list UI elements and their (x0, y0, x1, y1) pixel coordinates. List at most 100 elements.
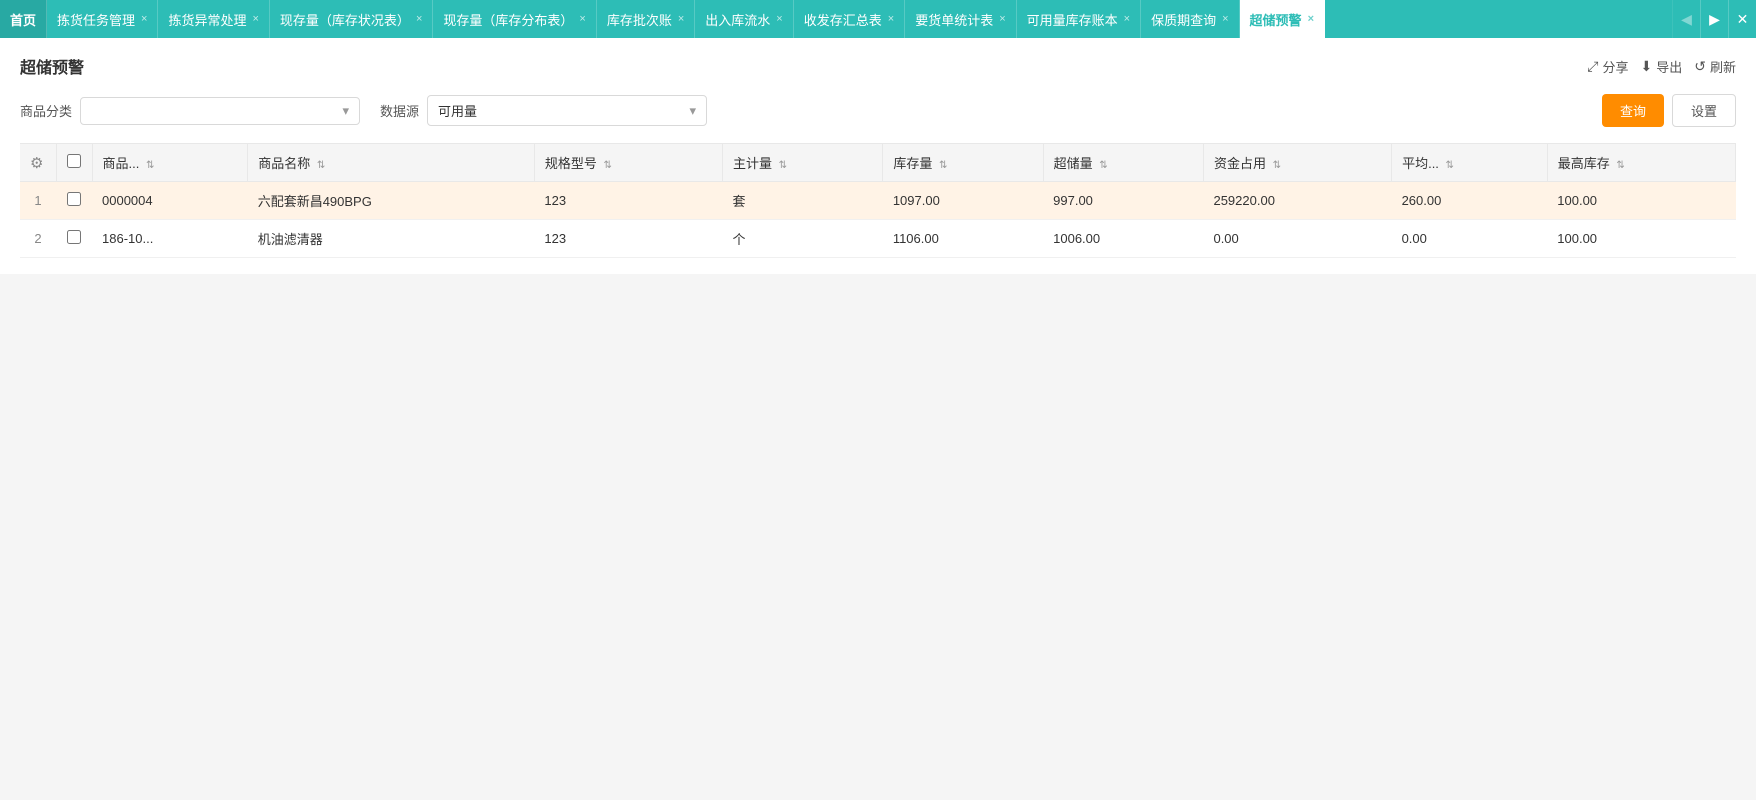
sort-icon-avg: ⇅ (1446, 160, 1454, 171)
sort-icon-unit: ⇅ (779, 160, 787, 171)
tab-label: 超储预警 (1250, 10, 1302, 29)
table-col-name-header[interactable]: 商品名称 ⇅ (248, 144, 535, 182)
row-stock: 1106.00 (883, 220, 1043, 258)
tab-label: 库存批次账 (607, 10, 672, 29)
row-name: 机油滤清器 (248, 220, 535, 258)
row-overstock: 997.00 (1043, 182, 1203, 220)
home-tab[interactable]: 首页 (0, 0, 47, 38)
tab-close-icon[interactable]: × (999, 13, 1005, 25)
tab-label: 拣货任务管理 (57, 10, 135, 29)
datasource-filter-group: 数据源 可用量 ▾ (380, 95, 707, 126)
row-code: 186-10... (92, 220, 248, 258)
export-icon: ⬇ (1641, 58, 1653, 75)
row-checkbox[interactable] (67, 192, 81, 206)
tab-close-icon[interactable]: × (579, 13, 585, 25)
tab-label: 要货单统计表 (915, 10, 993, 29)
row-avg: 0.00 (1392, 220, 1548, 258)
sort-icon-maxstock: ⇅ (1616, 160, 1624, 171)
sort-icon-overstock: ⇅ (1099, 160, 1107, 171)
settings-button[interactable]: 设置 (1672, 94, 1736, 127)
row-stock: 1097.00 (883, 182, 1043, 220)
row-spec: 123 (534, 182, 722, 220)
row-name: 六配套新昌490BPG (248, 182, 535, 220)
chevron-down-icon: ▾ (342, 103, 349, 119)
data-table: ⚙ 商品... ⇅ 商品名称 ⇅ 规格型号 ⇅ 主计量 (20, 143, 1736, 258)
topbar: 首页 拣货任务管理 × 拣货异常处理 × 现存量（库存状况表） × 现存量（库存… (0, 0, 1756, 38)
datasource-select-value: 可用量 (438, 101, 477, 120)
table-col-maxstock-header[interactable]: 最高库存 ⇅ (1547, 144, 1735, 182)
export-button[interactable]: ⬇ 导出 (1641, 57, 1683, 76)
row-unit: 个 (722, 220, 882, 258)
datasource-select[interactable]: 可用量 ▾ (427, 95, 707, 126)
refresh-button[interactable]: ↺ 刷新 (1694, 57, 1736, 76)
table-col-unit-header[interactable]: 主计量 ⇅ (722, 144, 882, 182)
tab-close-icon[interactable]: × (416, 13, 422, 25)
row-checkbox-cell (56, 182, 92, 220)
tab-close-icon[interactable]: × (252, 13, 258, 25)
tab-close-icon[interactable]: × (678, 13, 684, 25)
table-col-capital-header[interactable]: 资金占用 ⇅ (1203, 144, 1391, 182)
nav-prev-button[interactable]: ◀ (1672, 0, 1700, 38)
tab-shoufacunhuizong[interactable]: 收发存汇总表 × (794, 0, 905, 38)
nav-close-button[interactable]: ✕ (1728, 0, 1756, 38)
row-checkbox-cell (56, 220, 92, 258)
refresh-label: 刷新 (1710, 57, 1736, 76)
share-button[interactable]: ⤢ 分享 (1587, 57, 1628, 76)
col-spec-label: 规格型号 (545, 156, 597, 171)
tab-label: 拣货异常处理 (168, 10, 246, 29)
tab-jianhuorenwuguanli[interactable]: 拣货任务管理 × (47, 0, 158, 38)
table-col-spec-header[interactable]: 规格型号 ⇅ (534, 144, 722, 182)
table-settings-gear-icon[interactable]: ⚙ (30, 155, 43, 172)
tab-close-icon[interactable]: × (776, 13, 782, 25)
filter-row: 商品分类 ▾ 数据源 可用量 ▾ 查询 设置 (20, 94, 1736, 127)
tab-label: 可用量库存账本 (1027, 10, 1118, 29)
share-icon: ⤢ (1587, 58, 1598, 75)
row-maxstock: 100.00 (1547, 220, 1735, 258)
tab-label: 出入库流水 (705, 10, 770, 29)
sort-icon-spec: ⇅ (604, 160, 612, 171)
table-col-avg-header[interactable]: 平均... ⇅ (1392, 144, 1548, 182)
chevron-down-icon-datasource: ▾ (690, 103, 697, 119)
tab-churukuliushui[interactable]: 出入库流水 × (695, 0, 793, 38)
export-label: 导出 (1656, 57, 1682, 76)
row-capital: 259220.00 (1203, 182, 1391, 220)
tab-keyongliang[interactable]: 可用量库存账本 × (1017, 0, 1141, 38)
col-avg-label: 平均... (1402, 156, 1439, 171)
query-button[interactable]: 查询 (1602, 94, 1664, 127)
page-header: 超储预警 ⤢ 分享 ⬇ 导出 ↺ 刷新 (20, 54, 1736, 78)
table-header-checkbox (56, 144, 92, 182)
tab-close-icon[interactable]: × (888, 13, 894, 25)
tab-xiancunliang-fenbiao[interactable]: 现存量（库存分布表） × (433, 0, 596, 38)
row-unit: 套 (722, 182, 882, 220)
row-checkbox[interactable] (67, 230, 81, 244)
sort-icon-capital: ⇅ (1273, 160, 1281, 171)
col-unit-label: 主计量 (733, 156, 772, 171)
tab-close-icon[interactable]: × (1124, 13, 1130, 25)
page-title: 超储预警 (20, 54, 84, 78)
tab-close-icon[interactable]: × (1308, 13, 1314, 25)
share-label: 分享 (1602, 57, 1628, 76)
tab-yaohuo[interactable]: 要货单统计表 × (905, 0, 1016, 38)
table-col-code-header[interactable]: 商品... ⇅ (92, 144, 248, 182)
topbar-nav-buttons: ◀ ▶ ✕ (1672, 0, 1756, 38)
table-col-overstock-header[interactable]: 超储量 ⇅ (1043, 144, 1203, 182)
table-body: 1 0000004 六配套新昌490BPG 123 套 1097.00 997.… (20, 182, 1736, 258)
tab-close-icon[interactable]: × (141, 13, 147, 25)
nav-next-button[interactable]: ▶ (1700, 0, 1728, 38)
select-all-checkbox[interactable] (67, 154, 81, 168)
filter-actions: 查询 设置 (1602, 94, 1736, 127)
col-name-label: 商品名称 (258, 156, 310, 171)
col-capital-label: 资金占用 (1214, 156, 1266, 171)
refresh-icon: ↺ (1694, 58, 1706, 75)
table-col-stock-header[interactable]: 库存量 ⇅ (883, 144, 1043, 182)
row-index: 1 (20, 182, 56, 220)
tab-close-icon[interactable]: × (1222, 13, 1228, 25)
tab-baozhi[interactable]: 保质期查询 × (1141, 0, 1239, 38)
category-select[interactable]: ▾ (80, 97, 360, 125)
tab-chaochuyujing[interactable]: 超储预警 × (1240, 0, 1325, 38)
tab-jianhuoyichangchuli[interactable]: 拣货异常处理 × (158, 0, 269, 38)
tab-kucunpicizh[interactable]: 库存批次账 × (597, 0, 695, 38)
tab-xiancunliang-kuanchuang[interactable]: 现存量（库存状况表） × (270, 0, 433, 38)
tab-label: 现存量（库存分布表） (443, 10, 573, 29)
col-overstock-label: 超储量 (1054, 156, 1093, 171)
